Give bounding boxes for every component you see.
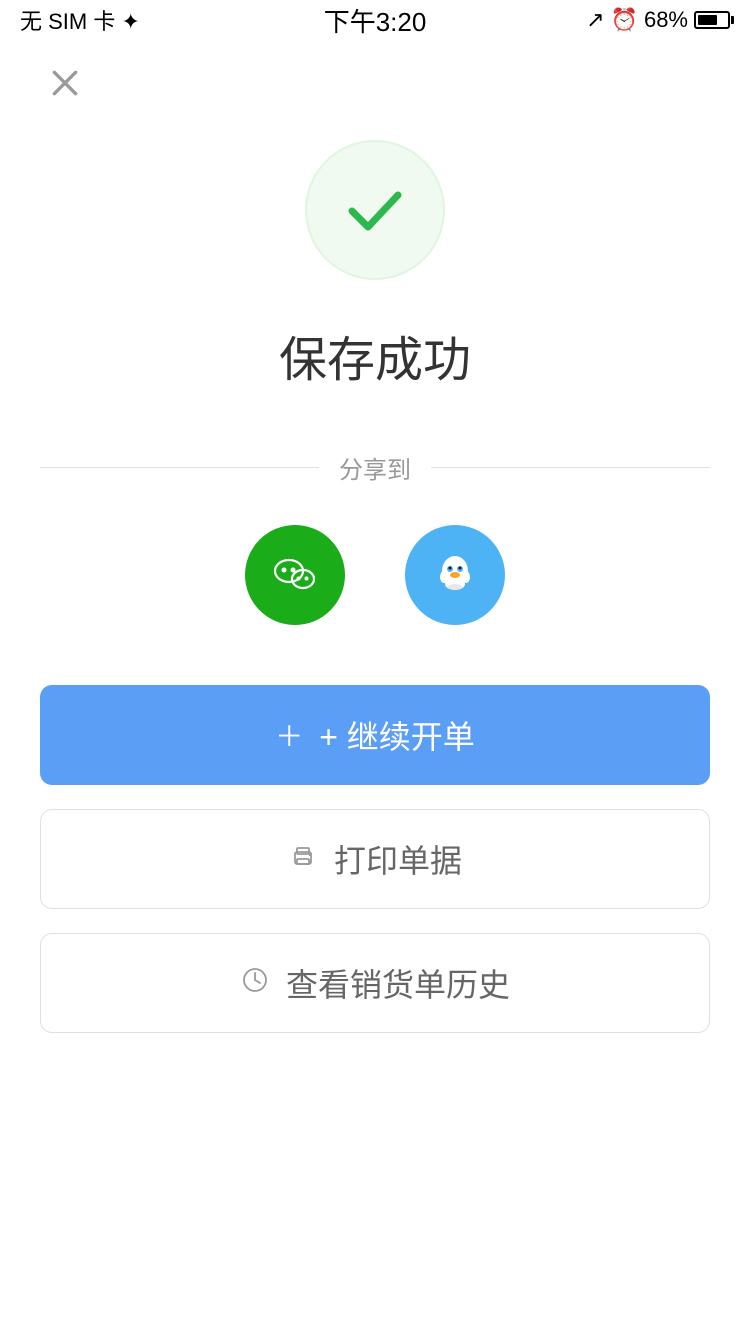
location-icon: ↗ <box>586 7 604 33</box>
battery-percent: 68% <box>644 7 688 33</box>
success-icon <box>305 140 445 280</box>
divider-line-left <box>40 467 319 468</box>
clock-icon <box>240 965 270 1002</box>
print-icon <box>288 841 318 878</box>
print-label: 打印单据 <box>334 836 462 882</box>
status-right: ↗ ⏰ 68% <box>586 7 730 33</box>
print-button[interactable]: 打印单据 <box>40 809 710 909</box>
divider-line-right <box>431 467 710 468</box>
qq-share-button[interactable] <box>405 525 505 625</box>
status-bar: 无 SIM 卡 ✦ 下午3:20 ↗ ⏰ 68% <box>0 0 750 40</box>
history-button[interactable]: 查看销货单历史 <box>40 933 710 1033</box>
history-label: 查看销货单历史 <box>286 960 510 1006</box>
main-content: 保存成功 分享到 <box>0 40 750 1033</box>
share-icons <box>40 525 710 625</box>
wechat-share-button[interactable] <box>245 525 345 625</box>
status-time: 下午3:20 <box>324 2 427 39</box>
share-divider: 分享到 <box>40 450 710 485</box>
share-section: 分享到 <box>0 450 750 685</box>
action-buttons: ＋ + 继续开单 打印单据 <box>0 685 750 1033</box>
continue-button[interactable]: ＋ + 继续开单 <box>40 685 710 785</box>
battery-icon <box>694 11 730 29</box>
sim-status: 无 SIM 卡 ✦ <box>20 4 140 36</box>
plus-icon: ＋ <box>275 715 303 755</box>
close-button[interactable] <box>40 58 90 108</box>
success-title: 保存成功 <box>279 320 471 390</box>
status-left: 无 SIM 卡 ✦ <box>20 4 140 36</box>
alarm-icon: ⏰ <box>611 7 638 33</box>
share-label: 分享到 <box>339 450 411 485</box>
continue-label: + 继续开单 <box>319 712 475 758</box>
